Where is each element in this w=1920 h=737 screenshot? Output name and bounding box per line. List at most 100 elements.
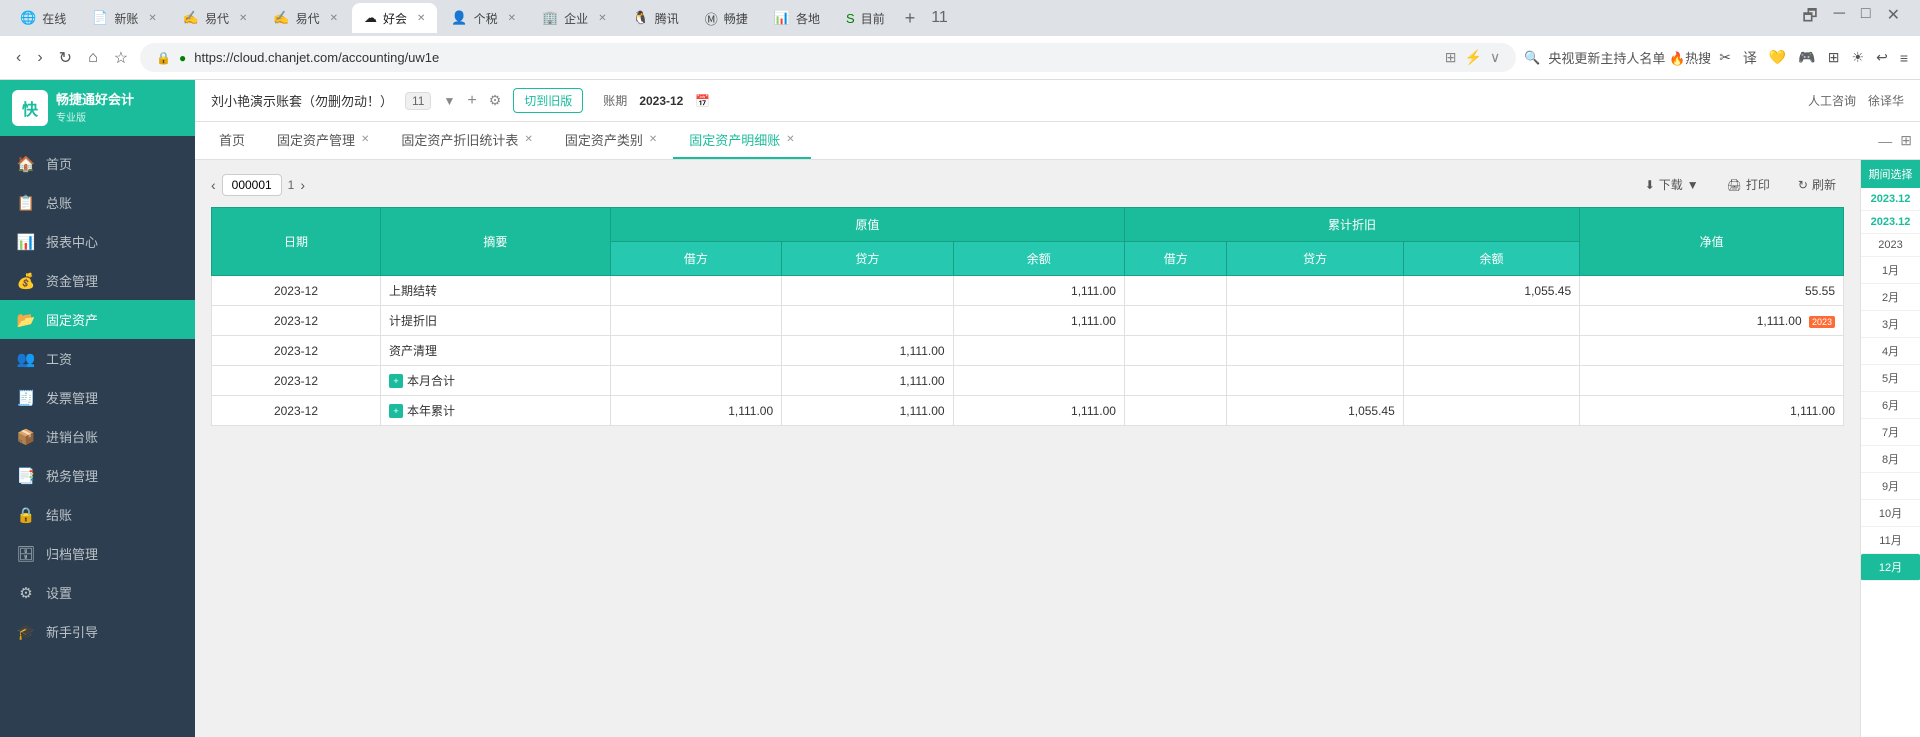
cell-dep-balance xyxy=(1403,396,1579,426)
sidebar-item-salary[interactable]: 👥 工资 xyxy=(0,339,195,378)
browser-tab-gedi[interactable]: 📊 各地 xyxy=(762,3,832,33)
url-dropdown-icon[interactable]: ⊞ xyxy=(1445,49,1457,66)
user-button[interactable]: 徐译华 xyxy=(1868,92,1904,109)
consult-button[interactable]: 人工咨询 xyxy=(1808,92,1856,109)
period-item-aug[interactable]: 8月 xyxy=(1861,446,1920,473)
close-icon[interactable]: ✕ xyxy=(598,13,606,24)
url-expand-icon[interactable]: ∨ xyxy=(1490,49,1500,66)
minimize-button[interactable]: ─ xyxy=(1834,5,1845,32)
download-button[interactable]: ⬇ 下载 ▼ xyxy=(1637,172,1707,197)
translate-icon[interactable]: 译 xyxy=(1743,48,1757,68)
browser-tab-muqian[interactable]: S 目前 xyxy=(834,3,897,33)
period-item-apr[interactable]: 4月 xyxy=(1861,338,1920,365)
tab-close-icon[interactable]: ✕ xyxy=(524,134,532,145)
dropdown-icon[interactable]: ▼ xyxy=(443,94,455,108)
period-item-dec[interactable]: 12月 xyxy=(1861,554,1920,581)
back-button[interactable]: ‹ xyxy=(12,45,25,71)
restore-window-button[interactable]: 🗗 xyxy=(1803,5,1818,32)
forward-button[interactable]: › xyxy=(33,45,46,71)
cell-orig-balance: 1,111.00 xyxy=(953,276,1124,306)
period-item-oct[interactable]: 10月 xyxy=(1861,500,1920,527)
period-item-jan[interactable]: 1月 xyxy=(1861,257,1920,284)
sidebar-item-close[interactable]: 🔒 结账 xyxy=(0,495,195,534)
cell-orig-debit xyxy=(610,366,781,396)
grid-icon[interactable]: ⊞ xyxy=(1828,49,1840,66)
reload-button[interactable]: ↻ xyxy=(55,44,76,72)
url-lightning-icon[interactable]: ⚡ xyxy=(1465,49,1482,66)
new-tab-button[interactable]: + xyxy=(899,8,922,29)
browser-tab-qiye[interactable]: 🏢 企业 ✕ xyxy=(530,3,619,33)
page-number-input[interactable]: 000001 xyxy=(222,174,282,196)
sidebar-item-archive[interactable]: 🗄 归档管理 xyxy=(0,534,195,573)
period-selected-end[interactable]: 2023.12 xyxy=(1861,211,1920,234)
wallet-icon[interactable]: 💛 xyxy=(1769,49,1786,66)
prev-page-button[interactable]: ‹ xyxy=(211,177,216,193)
maximize-button[interactable]: □ xyxy=(1861,5,1871,32)
scissors-icon[interactable]: ✂ xyxy=(1719,49,1731,66)
sidebar-item-fixed-assets[interactable]: 📂 固定资产 xyxy=(0,300,195,339)
calendar-icon[interactable]: 📅 xyxy=(695,94,710,108)
tab-expand-icon[interactable]: ⊞ xyxy=(1900,132,1912,149)
browser-tab-yidai2[interactable]: ✍ 易代 ✕ xyxy=(261,3,350,33)
sidebar-label-home: 首页 xyxy=(46,154,72,173)
refresh-button[interactable]: ↻ 刷新 xyxy=(1790,172,1844,197)
print-button[interactable]: 🖨 打印 xyxy=(1719,172,1778,197)
tab-fixed-asset-management[interactable]: 固定资产管理 ✕ xyxy=(261,122,385,159)
browser-tab-new[interactable]: 📄 新账 ✕ xyxy=(80,3,169,33)
period-item-year[interactable]: 2023 xyxy=(1861,234,1920,257)
tab-minimize-icon[interactable]: — xyxy=(1878,133,1892,149)
sidebar-item-inventory[interactable]: 📦 进销台账 xyxy=(0,417,195,456)
tab-home[interactable]: 首页 xyxy=(203,122,261,159)
sidebar-item-home[interactable]: 🏠 首页 xyxy=(0,144,195,183)
browser-tab-haokuai[interactable]: ☁ 好会 ✕ xyxy=(352,3,437,33)
period-item-jun[interactable]: 6月 xyxy=(1861,392,1920,419)
sidebar-item-report[interactable]: 📊 报表中心 xyxy=(0,222,195,261)
add-account-button[interactable]: + xyxy=(467,92,476,110)
game-icon[interactable]: 🎮 xyxy=(1798,49,1815,66)
period-item-mar[interactable]: 3月 xyxy=(1861,311,1920,338)
period-item-jul[interactable]: 7月 xyxy=(1861,419,1920,446)
home-button[interactable]: ⌂ xyxy=(84,45,102,71)
tab-close-icon[interactable]: ✕ xyxy=(361,134,369,145)
sidebar-item-invoice[interactable]: 🧾 发票管理 xyxy=(0,378,195,417)
browser-tab-tengxun[interactable]: 🐧 腾讯 xyxy=(621,3,691,33)
tab-asset-category[interactable]: 固定资产类别 ✕ xyxy=(549,122,673,159)
tab-close-icon[interactable]: ✕ xyxy=(649,134,657,145)
browser-tab-changjie[interactable]: Ⓜ 畅捷 xyxy=(693,3,760,33)
col-accumulated-dep: 累计折旧 xyxy=(1124,208,1579,242)
period-item-may[interactable]: 5月 xyxy=(1861,365,1920,392)
next-page-button[interactable]: › xyxy=(300,177,305,193)
search-box[interactable]: 🔍 央视更新主持人名单 🔥热搜 xyxy=(1524,48,1711,67)
browser-tab-yidai1[interactable]: ✍ 易代 ✕ xyxy=(171,3,260,33)
close-icon[interactable]: ✕ xyxy=(417,13,425,24)
period-item-sep[interactable]: 9月 xyxy=(1861,473,1920,500)
bookmark-button[interactable]: ☆ xyxy=(110,44,132,72)
close-icon[interactable]: ✕ xyxy=(148,13,156,24)
close-icon[interactable]: ✕ xyxy=(508,13,516,24)
tab-depreciation-stats[interactable]: 固定资产折旧统计表 ✕ xyxy=(385,122,548,159)
menu-icon[interactable]: ≡ xyxy=(1900,50,1908,66)
sidebar-item-tax[interactable]: 📑 税务管理 xyxy=(0,456,195,495)
close-icon[interactable]: ✕ xyxy=(330,13,338,24)
tab-close-icon[interactable]: ✕ xyxy=(786,134,794,145)
period-item-nov[interactable]: 11月 xyxy=(1861,527,1920,554)
close-window-button[interactable]: ✕ xyxy=(1887,5,1900,32)
undo-icon[interactable]: ↩ xyxy=(1876,49,1888,66)
col-orig-debit: 借方 xyxy=(610,242,781,276)
sidebar-item-ledger[interactable]: 📋 总账 xyxy=(0,183,195,222)
settings-account-button[interactable]: ⚙ xyxy=(489,92,502,109)
browser-tab-geshui[interactable]: 👤 个税 ✕ xyxy=(439,3,528,33)
period-item-feb[interactable]: 2月 xyxy=(1861,284,1920,311)
cell-dep-debit xyxy=(1124,306,1226,336)
sidebar-item-guide[interactable]: 🎓 新手引导 xyxy=(0,612,195,651)
sidebar-item-settings[interactable]: ⚙ 设置 xyxy=(0,573,195,612)
theme-icon[interactable]: ☀ xyxy=(1852,49,1865,66)
close-icon[interactable]: ✕ xyxy=(239,13,247,24)
cell-summary: + 本年累计 xyxy=(380,396,610,426)
sidebar-item-funds[interactable]: 💰 资金管理 xyxy=(0,261,195,300)
url-input-box[interactable]: 🔒 ● https://cloud.chanjet.com/accounting… xyxy=(140,43,1516,72)
tab-asset-detail-ledger[interactable]: 固定资产明细账 ✕ xyxy=(673,122,810,159)
browser-tab-online[interactable]: 🌐 在线 xyxy=(8,3,78,33)
switch-version-button[interactable]: 切到旧版 xyxy=(513,88,583,113)
period-selected-start[interactable]: 2023.12 xyxy=(1861,188,1920,211)
